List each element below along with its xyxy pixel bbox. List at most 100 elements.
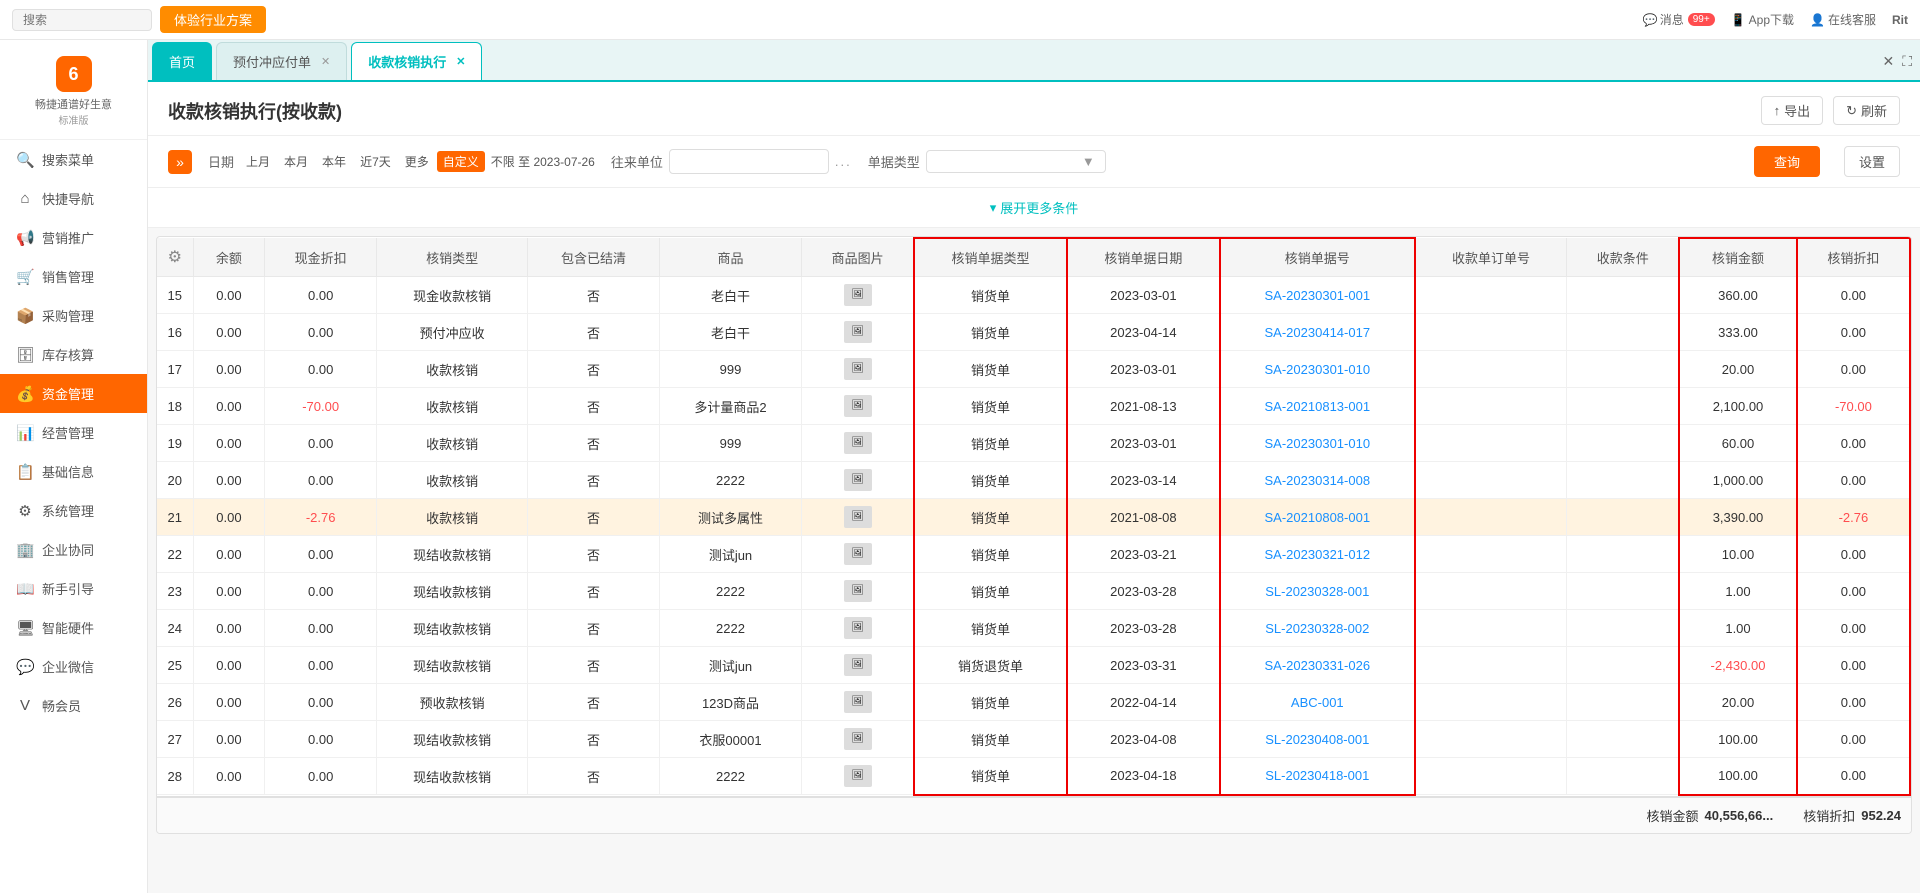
tab-expand-button[interactable]: ⛶	[1902, 53, 1912, 70]
cancel-bill-no-link[interactable]: SA-20230301-010	[1265, 362, 1371, 377]
sidebar-item-nav[interactable]: ⌂ 快捷导航	[0, 179, 147, 218]
td-cancel-bill-no[interactable]: SL-20230328-001	[1220, 573, 1415, 610]
date-btn-this-month[interactable]: 本月	[278, 151, 314, 172]
date-btn-last-month[interactable]: 上月	[240, 151, 276, 172]
td-no: 23	[157, 573, 193, 610]
sidebar-label-guide: 新手引导	[42, 579, 94, 598]
td-cancel-bill-no[interactable]: SA-20210813-001	[1220, 388, 1415, 425]
td-cancel-bill-date: 2021-08-13	[1067, 388, 1220, 425]
col-settings-btn[interactable]: ⚙	[168, 247, 182, 267]
td-cancel-amount: 1.00	[1679, 610, 1797, 647]
filter-expand-button[interactable]: »	[168, 150, 192, 174]
cancel-bill-no-link[interactable]: SL-20230408-001	[1265, 732, 1369, 747]
td-no: 20	[157, 462, 193, 499]
message-area[interactable]: 💬 消息 99+	[1643, 11, 1715, 28]
td-cancel-type: 收款核销	[376, 351, 527, 388]
th-settings[interactable]: ⚙	[157, 238, 193, 277]
chevron-down-icon: ▾	[990, 200, 997, 216]
cancel-bill-no-link[interactable]: SA-20210813-001	[1265, 399, 1371, 414]
sidebar-item-inventory[interactable]: 🗄 库存核算	[0, 335, 147, 374]
sidebar-item-search[interactable]: 🔍 搜索菜单	[0, 140, 147, 179]
cancel-bill-no-link[interactable]: SA-20210808-001	[1265, 510, 1371, 525]
td-cancel-bill-type: 销货单	[914, 462, 1067, 499]
sidebar-item-wechat[interactable]: 💬 企业微信	[0, 647, 147, 686]
td-cancel-bill-no[interactable]: SA-20230314-008	[1220, 462, 1415, 499]
td-no: 17	[157, 351, 193, 388]
solution-button[interactable]: 体验行业方案	[160, 6, 266, 33]
cancel-bill-no-link[interactable]: SL-20230418-001	[1265, 768, 1369, 783]
td-product: 999	[659, 351, 802, 388]
td-cash-discount: 0.00	[265, 425, 377, 462]
sidebar-item-sales[interactable]: 🛒 销售管理	[0, 257, 147, 296]
table-header-row: ⚙ 余额 现金折扣 核销类型 包含已结清 商品 商品图片 核销单据类型 核销单据…	[157, 238, 1910, 277]
td-no: 26	[157, 684, 193, 721]
td-cancel-bill-date: 2023-04-14	[1067, 314, 1220, 351]
th-include-settled: 包含已结清	[528, 238, 659, 277]
th-cancel-type: 核销类型	[376, 238, 527, 277]
td-receipt-order-no	[1415, 425, 1567, 462]
cancel-bill-no-link[interactable]: SA-20230414-017	[1265, 325, 1371, 340]
export-button[interactable]: ↑ 导出	[1761, 96, 1824, 125]
tab-home[interactable]: 首页	[152, 42, 212, 80]
sidebar-item-system[interactable]: ⚙ 系统管理	[0, 491, 147, 530]
tab-prepay[interactable]: 预付冲应付单 ✕	[216, 42, 347, 80]
td-cancel-bill-no[interactable]: SA-20230301-010	[1220, 425, 1415, 462]
cancel-bill-no-link[interactable]: SA-20230331-026	[1265, 658, 1371, 673]
sidebar-item-marketing[interactable]: 📢 营销推广	[0, 218, 147, 257]
sidebar-item-guide[interactable]: 📖 新手引导	[0, 569, 147, 608]
bill-type-select[interactable]: ▼	[926, 150, 1106, 173]
sidebar-item-corp[interactable]: 🏢 企业协同	[0, 530, 147, 569]
date-btn-this-year[interactable]: 本年	[316, 151, 352, 172]
expand-conditions-btn[interactable]: ▾ 展开更多条件	[990, 194, 1079, 221]
td-cancel-bill-no[interactable]: SL-20230418-001	[1220, 758, 1415, 795]
export-icon: ↑	[1774, 103, 1781, 118]
td-cancel-bill-no[interactable]: SL-20230408-001	[1220, 721, 1415, 758]
app-download[interactable]: 📱 App下载	[1731, 11, 1794, 28]
td-cash-discount: 0.00	[265, 277, 377, 314]
tab-home-label: 首页	[169, 52, 195, 71]
search-input[interactable]	[12, 9, 152, 31]
td-cancel-discount: 0.00	[1797, 425, 1910, 462]
td-cancel-bill-no[interactable]: SA-20230301-010	[1220, 351, 1415, 388]
sidebar-item-purchase[interactable]: 📦 采购管理	[0, 296, 147, 335]
td-cancel-bill-no[interactable]: SA-20230301-001	[1220, 277, 1415, 314]
cancel-bill-no-link[interactable]: SL-20230328-002	[1265, 621, 1369, 636]
td-product-img: 🖼	[802, 277, 914, 314]
sidebar-item-hardware[interactable]: 🖥 智能硬件	[0, 608, 147, 647]
refresh-button[interactable]: ↻ 刷新	[1833, 96, 1900, 125]
td-cancel-bill-no[interactable]: SA-20230331-026	[1220, 647, 1415, 684]
td-cancel-bill-no[interactable]: ABC-001	[1220, 684, 1415, 721]
query-button[interactable]: 查询	[1754, 146, 1820, 177]
online-service[interactable]: 👤 在线客服	[1810, 11, 1876, 28]
tab-prepay-close[interactable]: ✕	[321, 55, 330, 68]
td-cancel-bill-no[interactable]: SA-20230321-012	[1220, 536, 1415, 573]
table-row: 210.00-2.76收款核销否测试多属性🖼销货单2021-08-08SA-20…	[157, 499, 1910, 536]
sidebar-item-base[interactable]: 📋 基础信息	[0, 452, 147, 491]
partner-input[interactable]	[669, 149, 829, 174]
sidebar-item-finance[interactable]: 💰 资金管理	[0, 374, 147, 413]
table-scroll[interactable]: ⚙ 余额 现金折扣 核销类型 包含已结清 商品 商品图片 核销单据类型 核销单据…	[157, 237, 1911, 796]
cancel-bill-no-link[interactable]: ABC-001	[1291, 695, 1344, 710]
td-cancel-bill-no[interactable]: SL-20230328-002	[1220, 610, 1415, 647]
sidebar-item-member[interactable]: V 畅会员	[0, 686, 147, 725]
cancel-bill-no-link[interactable]: SA-20230314-008	[1265, 473, 1371, 488]
cancel-bill-no-link[interactable]: SA-20230321-012	[1265, 547, 1371, 562]
tab-close-button[interactable]: ✕	[1882, 53, 1894, 70]
cancel-bill-no-link[interactable]: SL-20230328-001	[1265, 584, 1369, 599]
td-cancel-bill-no[interactable]: SA-20210808-001	[1220, 499, 1415, 536]
cancel-bill-no-link[interactable]: SA-20230301-010	[1265, 436, 1371, 451]
td-balance: 0.00	[193, 277, 265, 314]
sidebar-item-business[interactable]: 📊 经营管理	[0, 413, 147, 452]
filter-settings-button[interactable]: 设置	[1844, 146, 1900, 177]
date-btn-custom[interactable]: 自定义	[437, 151, 485, 172]
date-btn-7days[interactable]: 近7天	[354, 151, 397, 172]
date-btn-more[interactable]: 更多	[399, 151, 435, 172]
tab-collection-close[interactable]: ✕	[456, 55, 465, 68]
tab-collection[interactable]: 收款核销执行 ✕	[351, 42, 482, 80]
td-cancel-bill-no[interactable]: SA-20230414-017	[1220, 314, 1415, 351]
td-include-settled: 否	[528, 684, 659, 721]
sidebar-label-search: 搜索菜单	[42, 150, 94, 169]
td-no: 25	[157, 647, 193, 684]
td-product: 多计量商品2	[659, 388, 802, 425]
cancel-bill-no-link[interactable]: SA-20230301-001	[1265, 288, 1371, 303]
